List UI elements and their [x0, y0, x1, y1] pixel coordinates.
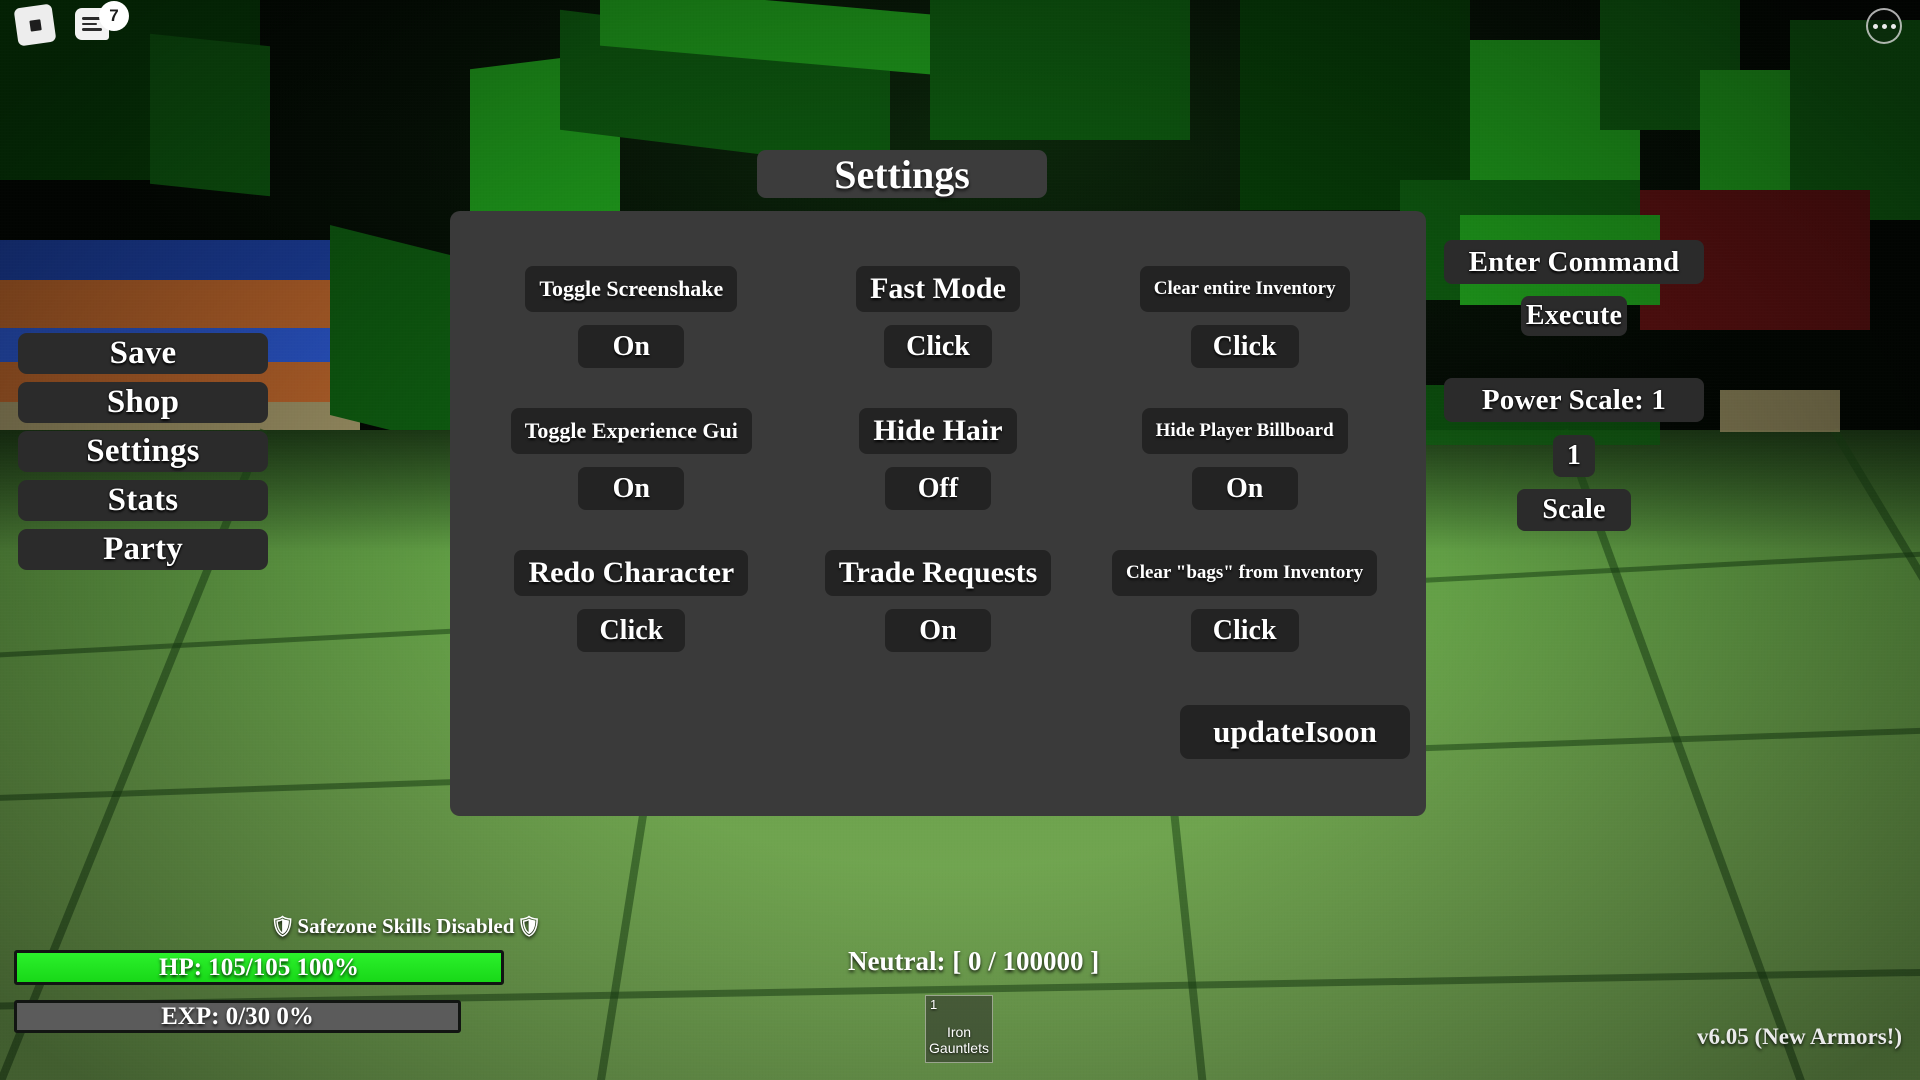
setting-value-button[interactable]: Click: [884, 325, 992, 368]
health-bar: HP: 105/105 100%: [14, 950, 504, 985]
enter-command-input[interactable]: Enter Command: [1444, 240, 1704, 284]
power-scale-label: Power Scale: 1: [1444, 378, 1704, 422]
setting-redo-character: Redo Character Click: [478, 550, 785, 652]
menu-item-settings[interactable]: Settings: [18, 431, 268, 472]
update-soon-button[interactable]: updateIsoon: [1180, 705, 1410, 759]
safezone-status: 🛡 Safezone Skills Disabled 🛡: [270, 914, 542, 939]
health-bar-label: HP: 105/105 100%: [159, 953, 359, 981]
execute-button[interactable]: Execute: [1521, 296, 1627, 336]
setting-label: Fast Mode: [856, 266, 1020, 312]
setting-fast-mode: Fast Mode Click: [785, 266, 1092, 368]
setting-hide-hair: Hide Hair Off: [785, 408, 1092, 510]
setting-label: Clear entire Inventory: [1139, 266, 1350, 312]
setting-label: Hide Player Billboard: [1141, 408, 1348, 454]
menu-item-save[interactable]: Save: [18, 333, 268, 374]
scale-button[interactable]: Scale: [1517, 489, 1631, 531]
setting-trade-requests: Trade Requests On: [785, 550, 1092, 652]
setting-value-button[interactable]: Click: [577, 609, 686, 652]
setting-label: Toggle Experience Gui: [510, 408, 752, 454]
menu-item-party[interactable]: Party: [18, 529, 268, 570]
settings-title: Settings: [757, 150, 1047, 198]
settings-panel: Toggle Screenshake On Fast Mode Click Cl…: [450, 211, 1426, 816]
right-command-menu: Enter Command Execute Power Scale: 1 1 S…: [1444, 240, 1704, 531]
experience-bar-label: EXP: 0/30 0%: [161, 1002, 314, 1030]
setting-clear-bags-from-inventory: Clear "bags" from Inventory Click: [1091, 550, 1398, 652]
setting-value-button[interactable]: On: [578, 467, 685, 510]
setting-value-button[interactable]: Click: [1190, 325, 1299, 368]
more-options-icon[interactable]: [1866, 8, 1902, 44]
settings-options-grid: Toggle Screenshake On Fast Mode Click Cl…: [450, 266, 1426, 652]
setting-label: Toggle Screenshake: [525, 266, 738, 312]
neutral-counter: Neutral: [ 0 / 100000 ]: [848, 946, 1100, 976]
setting-value-button[interactable]: On: [884, 609, 991, 652]
shield-icon-left: 🛡: [270, 916, 296, 938]
setting-label: Trade Requests: [824, 550, 1052, 596]
version-label: v6.05 (New Armors!): [1696, 1024, 1902, 1049]
setting-value-button[interactable]: On: [1191, 467, 1298, 510]
setting-value-button[interactable]: Click: [1190, 609, 1299, 652]
hotbar-item-name: Iron Gauntlets: [929, 1024, 989, 1057]
setting-toggle-screenshake: Toggle Screenshake On: [478, 266, 785, 368]
top-bar: 7: [0, 0, 1920, 54]
setting-value-button[interactable]: Off: [884, 467, 991, 510]
menu-item-shop[interactable]: Shop: [18, 382, 268, 423]
chat-unread-badge: 7: [99, 1, 129, 31]
menu-item-stats[interactable]: Stats: [18, 480, 268, 521]
roblox-logo-icon[interactable]: [13, 3, 57, 47]
safezone-label: Safezone Skills Disabled: [297, 914, 515, 938]
shield-icon-right: 🛡: [516, 916, 542, 938]
hotbar-slot-number: 1: [930, 997, 938, 1012]
setting-hide-player-billboard: Hide Player Billboard On: [1091, 408, 1398, 510]
setting-label: Redo Character: [514, 550, 749, 596]
hotbar-slot-1[interactable]: 1 Iron Gauntlets: [925, 995, 993, 1063]
left-menu: Save Shop Settings Stats Party: [18, 333, 268, 578]
power-scale-input[interactable]: 1: [1553, 435, 1595, 477]
setting-label: Clear "bags" from Inventory: [1112, 550, 1378, 596]
setting-toggle-experience-gui: Toggle Experience Gui On: [478, 408, 785, 510]
experience-bar: EXP: 0/30 0%: [14, 1000, 461, 1033]
setting-label: Hide Hair: [859, 408, 1017, 454]
game-screen: 7 Save Shop Settings Stats Party Enter C…: [0, 0, 1920, 1080]
setting-clear-entire-inventory: Clear entire Inventory Click: [1091, 266, 1398, 368]
setting-value-button[interactable]: On: [578, 325, 685, 368]
